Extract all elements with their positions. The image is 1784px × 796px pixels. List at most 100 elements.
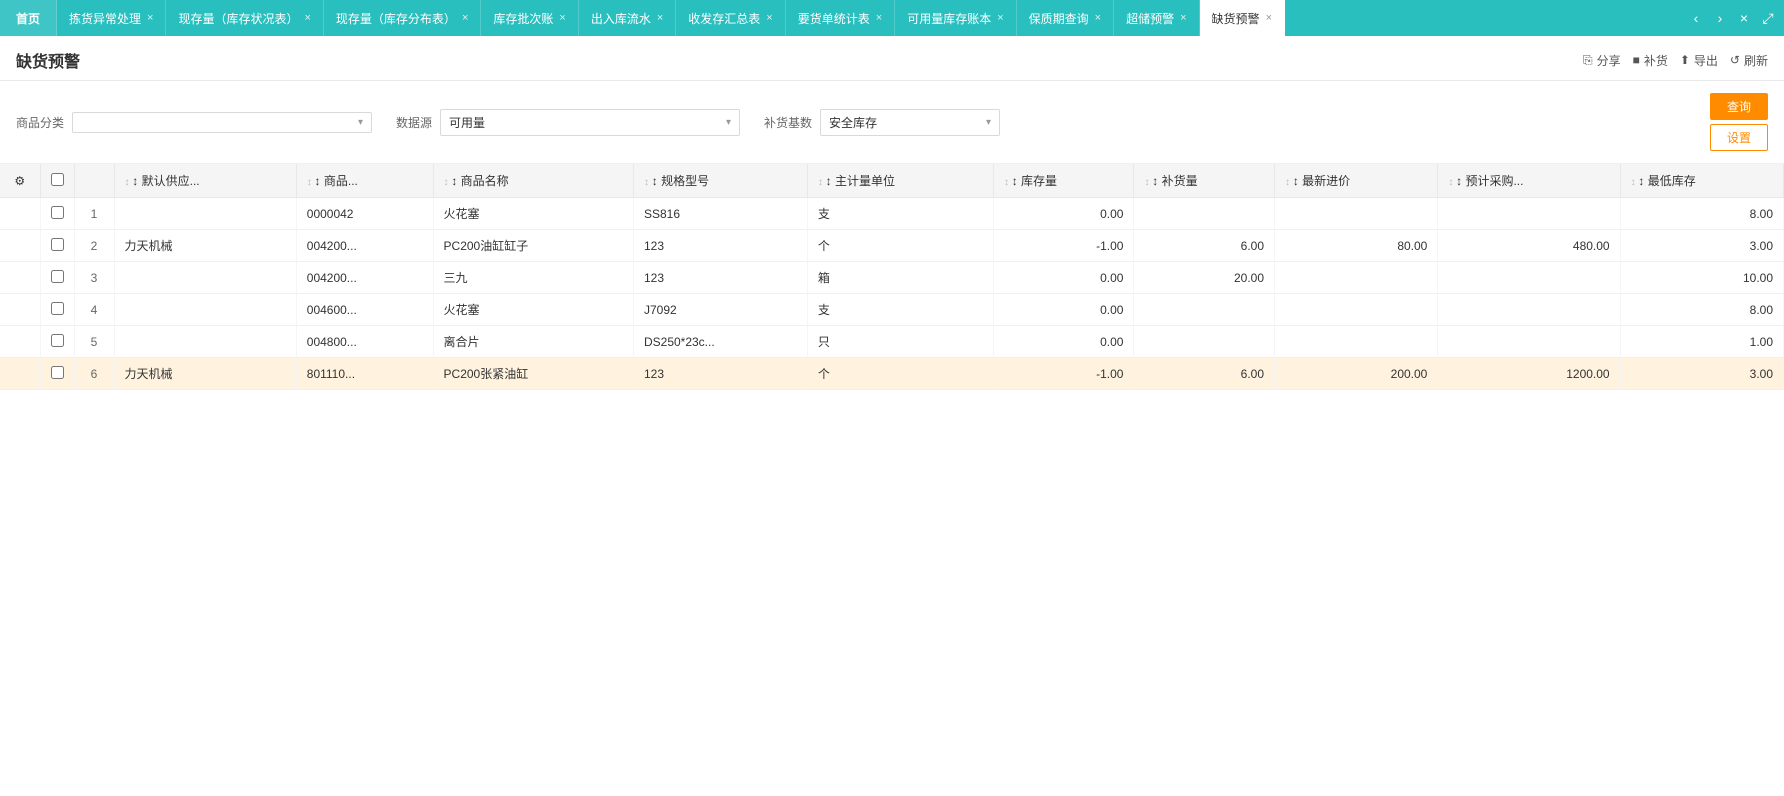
tab-close-shortage[interactable]: × xyxy=(1266,12,1272,24)
row-checkbox-0[interactable] xyxy=(51,206,64,219)
cell-code-0: 0000042 xyxy=(296,198,433,230)
cell-checkbox-3[interactable] xyxy=(40,294,74,326)
th-product-code[interactable]: ↕ 商品... xyxy=(296,164,433,198)
cell-stock-0: 0.00 xyxy=(993,198,1134,230)
tab-label-available-ledger: 可用量库存账本 xyxy=(907,10,991,27)
tab-home[interactable]: 首页 xyxy=(0,0,57,36)
th-latest-price[interactable]: ↕ 最新进价 xyxy=(1275,164,1438,198)
row-checkbox-4[interactable] xyxy=(51,334,64,347)
tab-available-ledger[interactable]: 可用量库存账本 × xyxy=(895,0,1016,36)
th-default-supplier[interactable]: ↕ 默认供应... xyxy=(114,164,296,198)
share-button[interactable]: ⎘ 分享 xyxy=(1583,52,1621,69)
datasource-select[interactable]: 可用量 ▾ xyxy=(440,109,740,136)
cell-checkbox-5[interactable] xyxy=(40,358,74,390)
cell-minstock-1: 3.00 xyxy=(1620,230,1783,262)
export-icon: ⬆ xyxy=(1680,53,1690,67)
tab-close-exception[interactable]: × xyxy=(147,12,153,24)
table-row: 2 力天机械 004200... PC200油缸缸子 123 个 -1.00 6… xyxy=(0,230,1784,262)
tab-close-in-out-flow[interactable]: × xyxy=(657,12,663,24)
cell-gear-0 xyxy=(0,198,40,230)
datasource-label: 数据源 xyxy=(396,114,432,131)
tab-close-all-button[interactable]: × xyxy=(1732,6,1756,30)
cell-unit-2: 箱 xyxy=(807,262,993,294)
restock-select-value: 安全库存 xyxy=(829,114,877,131)
tab-exception[interactable]: 拣货异常处理× xyxy=(57,0,166,36)
restock-select[interactable]: 安全库存 ▾ xyxy=(820,109,1000,136)
cell-estpurchase-4 xyxy=(1438,326,1620,358)
tab-close-overstock[interactable]: × xyxy=(1180,12,1186,24)
tab-expiry-query[interactable]: 保质期查询× xyxy=(1017,0,1114,36)
th-spec[interactable]: ↕ 规格型号 xyxy=(633,164,807,198)
cell-supplier-5: 力天机械 xyxy=(114,358,296,390)
tab-prev-button[interactable]: ‹ xyxy=(1684,6,1708,30)
th-product-name[interactable]: ↕ 商品名称 xyxy=(433,164,633,198)
gear-icon: ⚙ xyxy=(14,174,25,188)
th-restock-qty[interactable]: ↕ 补货量 xyxy=(1134,164,1275,198)
table-row: 5 004800... 离合片 DS250*23c... 只 0.00 1.00 xyxy=(0,326,1784,358)
cell-checkbox-0[interactable] xyxy=(40,198,74,230)
tab-close-available-ledger[interactable]: × xyxy=(997,12,1003,24)
row-checkbox-2[interactable] xyxy=(51,270,64,283)
row-checkbox-3[interactable] xyxy=(51,302,64,315)
cell-supplier-0 xyxy=(114,198,296,230)
cell-restock-5: 6.00 xyxy=(1134,358,1275,390)
tab-close-inventory-dist[interactable]: × xyxy=(462,12,468,24)
th-unit[interactable]: ↕ 主计量单位 xyxy=(807,164,993,198)
tab-inventory-status[interactable]: 现存量（库存状况表）× xyxy=(166,0,323,36)
cell-restock-4 xyxy=(1134,326,1275,358)
export-button[interactable]: ⬆ 导出 xyxy=(1680,52,1718,69)
tab-label-inventory-dist: 现存量（库存分布表） xyxy=(336,10,456,27)
tab-in-out-flow[interactable]: 出入库流水× xyxy=(579,0,676,36)
cell-spec-5: 123 xyxy=(633,358,807,390)
refresh-button[interactable]: ↺ 刷新 xyxy=(1730,52,1768,69)
th-stock[interactable]: ↕ 库存量 xyxy=(993,164,1134,198)
cell-spec-0: SS816 xyxy=(633,198,807,230)
cell-stock-3: 0.00 xyxy=(993,294,1134,326)
th-est-purchase[interactable]: ↕ 预计采购... xyxy=(1438,164,1620,198)
cell-minstock-0: 8.00 xyxy=(1620,198,1783,230)
tab-receipt-summary[interactable]: 收发存汇总表× xyxy=(676,0,785,36)
th-gear[interactable]: ⚙ xyxy=(0,164,40,198)
th-min-stock[interactable]: ↕ 最低库存 xyxy=(1620,164,1783,198)
cell-minstock-5: 3.00 xyxy=(1620,358,1783,390)
tab-order-stats[interactable]: 要货单统计表× xyxy=(786,0,895,36)
datasource-dropdown-arrow: ▾ xyxy=(726,117,731,128)
settings-button[interactable]: 设置 xyxy=(1710,124,1768,151)
cell-checkbox-1[interactable] xyxy=(40,230,74,262)
tab-shortage[interactable]: 缺货预警× xyxy=(1200,0,1285,36)
query-button[interactable]: 查询 xyxy=(1710,93,1768,120)
tab-close-inventory-status[interactable]: × xyxy=(304,12,310,24)
cell-gear-4 xyxy=(0,326,40,358)
cell-checkbox-4[interactable] xyxy=(40,326,74,358)
tab-overstock[interactable]: 超储预警× xyxy=(1114,0,1199,36)
tab-close-batch-account[interactable]: × xyxy=(559,12,565,24)
cell-rownum-2: 3 xyxy=(74,262,114,294)
tab-inventory-dist[interactable]: 现存量（库存分布表） × xyxy=(324,0,481,36)
table-container: ⚙ ↕ 默认供应... ↕ 商品... ↕ 商品名称 ↕ 规格型号 ↕ 主计量单… xyxy=(0,164,1784,390)
category-select[interactable]: ▾ xyxy=(72,112,372,133)
th-checkbox[interactable] xyxy=(40,164,74,198)
cell-estpurchase-2 xyxy=(1438,262,1620,294)
tab-next-button[interactable]: › xyxy=(1708,6,1732,30)
cell-unit-0: 支 xyxy=(807,198,993,230)
restock-button[interactable]: ■ 补货 xyxy=(1633,52,1668,69)
tab-batch-account[interactable]: 库存批次账× xyxy=(481,0,578,36)
tab-close-expiry-query[interactable]: × xyxy=(1095,12,1101,24)
tab-close-order-stats[interactable]: × xyxy=(876,12,882,24)
select-all-checkbox[interactable] xyxy=(51,173,64,186)
cell-restock-0 xyxy=(1134,198,1275,230)
row-checkbox-5[interactable] xyxy=(51,366,64,379)
cell-checkbox-2[interactable] xyxy=(40,262,74,294)
cell-gear-5 xyxy=(0,358,40,390)
cell-unit-3: 支 xyxy=(807,294,993,326)
cell-code-4: 004800... xyxy=(296,326,433,358)
tab-maximize-button[interactable]: ⤢ xyxy=(1756,6,1780,30)
cell-name-5: PC200张紧油缸 xyxy=(433,358,633,390)
cell-name-0: 火花塞 xyxy=(433,198,633,230)
table-row: 4 004600... 火花塞 J7092 支 0.00 8.00 xyxy=(0,294,1784,326)
tab-close-receipt-summary[interactable]: × xyxy=(766,12,772,24)
category-filter-group: 商品分类 ▾ xyxy=(16,112,372,133)
cell-spec-4: DS250*23c... xyxy=(633,326,807,358)
refresh-icon: ↺ xyxy=(1730,53,1740,67)
row-checkbox-1[interactable] xyxy=(51,238,64,251)
